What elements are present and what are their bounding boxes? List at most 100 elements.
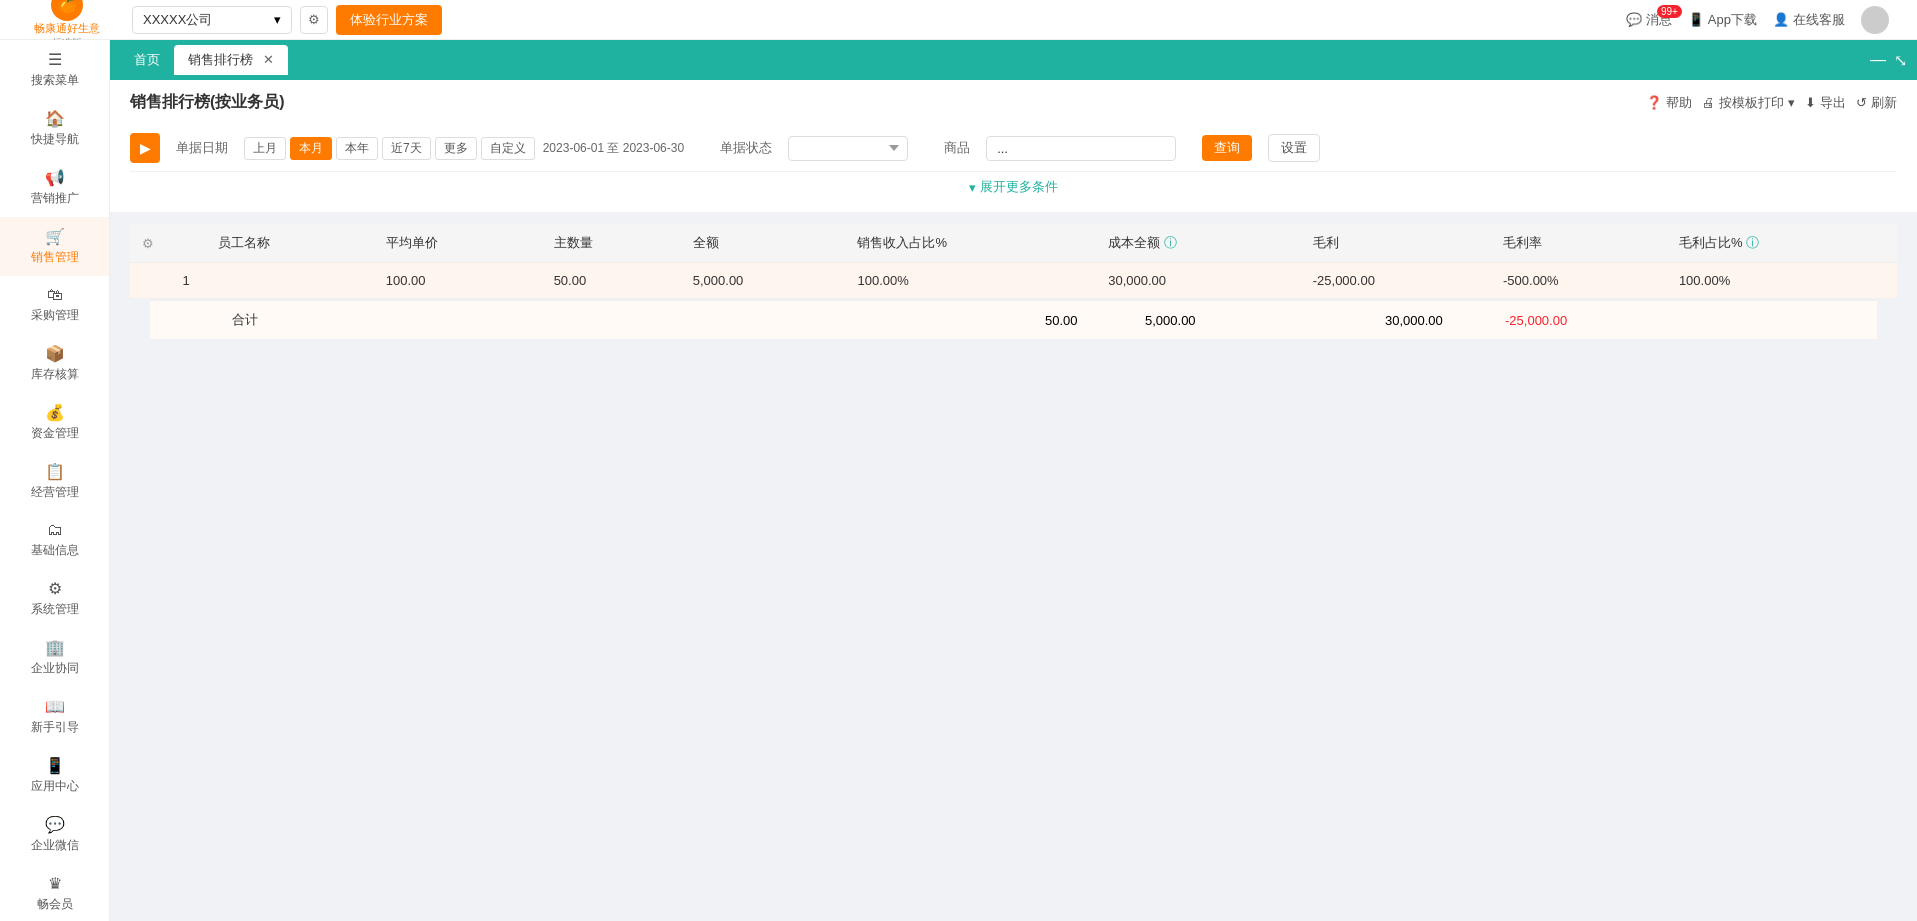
sidebar-label-system: 系统管理 [31,601,79,618]
sidebar-item-system[interactable]: ⚙ 系统管理 [0,569,109,628]
grosspct-info-icon[interactable]: ⓘ [1746,235,1759,250]
search-menu-icon: ☰ [48,50,62,69]
help-button[interactable]: ❓ 帮助 [1646,94,1692,112]
sidebar-item-marketing[interactable]: 📢 营销推广 [0,158,109,217]
sidebar-label-guide: 新手引导 [31,719,79,736]
avatar[interactable] [1861,6,1889,34]
col-header-gross: 毛利 [1301,224,1491,263]
sidebar-label-vip: 畅会员 [37,896,73,913]
vip-icon: ♛ [48,874,62,893]
top-bar: 🍊 畅康通好生意 标准版 XXXXX公司 ▾ ⚙ 体验行业方案 💬 消息 99+… [0,0,1917,40]
tab-right-actions: — ⤡ [1870,51,1907,70]
settings-button[interactable]: ⚙ [300,6,328,34]
sidebar-label-basic: 基础信息 [31,542,79,559]
expand-more-button[interactable]: ▾ 展开更多条件 [969,178,1058,196]
sidebar-item-guide[interactable]: 📖 新手引导 [0,687,109,746]
sidebar-item-vip[interactable]: ♛ 畅会员 [0,864,109,921]
operation-icon: 📋 [45,462,65,481]
sidebar-item-operation[interactable]: 📋 经营管理 [0,452,109,511]
cost-info-icon[interactable]: ⓘ [1164,235,1177,250]
col-header-quantity: 主数量 [542,224,681,263]
data-table: ⚙ 员工名称 平均单价 主数量 全额 销售收入占比% 成本全额 ⓘ 毛利 毛利率… [130,224,1897,299]
expand-more-row: ▾ 展开更多条件 [130,171,1897,202]
tab-close-icon[interactable]: ✕ [263,52,274,67]
col-header-gross-rate: 毛利率 [1491,224,1667,263]
content-area: 首页 销售排行榜 ✕ — ⤡ 销售排行榜(按业务员) ❓ 帮助 [110,40,1917,921]
sidebar-label-finance: 资金管理 [31,425,79,442]
tab-maximize-button[interactable]: ⤡ [1894,51,1907,70]
message-button[interactable]: 💬 消息 99+ [1626,11,1672,29]
sidebar-label-shortcut: 快捷导航 [31,131,79,148]
sidebar-item-wechat[interactable]: 💬 企业微信 [0,805,109,864]
table-wrapper: ⚙ 员工名称 平均单价 主数量 全额 销售收入占比% 成本全额 ⓘ 毛利 毛利率… [110,212,1917,921]
table-header-row: ⚙ 员工名称 平均单价 主数量 全额 销售收入占比% 成本全额 ⓘ 毛利 毛利率… [130,224,1897,263]
date-btn-custom[interactable]: 自定义 [481,137,535,160]
print-icon: 🖨 [1702,95,1715,110]
date-btn-last-month[interactable]: 上月 [244,137,286,160]
sidebar-label-sales: 销售管理 [31,249,79,266]
sidebar-item-enterprise[interactable]: 🏢 企业协同 [0,628,109,687]
home-icon: 🏠 [45,109,65,128]
service-icon: 👤 [1773,12,1789,27]
col-header-cost: 成本全额 ⓘ [1096,224,1301,263]
company-selector[interactable]: XXXXX公司 ▾ [132,6,292,34]
tab-home[interactable]: 首页 [120,45,174,75]
inventory-icon: 📦 [45,344,65,363]
online-service-button[interactable]: 👤 在线客服 [1773,11,1845,29]
table-footer: 合计 50.00 5,000.00 30,000.00 -25,000.00 [150,299,1877,339]
refresh-button[interactable]: ↺ 刷新 [1856,94,1897,112]
page-title-row: 销售排行榜(按业务员) ❓ 帮助 🖨 按模板打印 ▾ ⬇ [130,92,1897,113]
date-btn-7days[interactable]: 近7天 [382,137,431,160]
row-employee [206,263,374,299]
sales-icon: 🛒 [45,227,65,246]
date-btn-this-month[interactable]: 本月 [290,137,332,160]
date-btn-this-year[interactable]: 本年 [336,137,378,160]
page-content: 销售排行榜(按业务员) ❓ 帮助 🖨 按模板打印 ▾ ⬇ [110,80,1917,921]
tab-bar: 首页 销售排行榜 ✕ — ⤡ [110,40,1917,80]
table-body: 1 100.00 50.00 5,000.00 100.00% 30,000.0… [130,263,1897,299]
col-header-employee: 员工名称 [206,224,374,263]
sidebar-item-search[interactable]: ☰ 搜索菜单 [0,40,109,99]
query-button[interactable]: 查询 [1202,135,1252,161]
tab-minimize-button[interactable]: — [1870,51,1886,70]
date-btn-more[interactable]: 更多 [435,137,477,160]
goods-input[interactable] [986,136,1176,161]
chevron-down-icon: ▾ [274,12,281,27]
main-layout: ☰ 搜索菜单 🏠 快捷导航 📢 营销推广 🛒 销售管理 🛍 采购管理 📦 库存核… [0,40,1917,921]
refresh-icon: ↺ [1856,95,1867,110]
row-gross-pct: 100.00% [1667,263,1897,299]
sidebar-item-appstore[interactable]: 📱 应用中心 [0,746,109,805]
goods-filter-label: 商品 [944,139,970,157]
status-select[interactable] [788,136,908,161]
col-header-avg-price: 平均单价 [374,224,542,263]
row-avg-price: 100.00 [374,263,542,299]
row-quantity: 50.00 [542,263,681,299]
company-name: XXXXX公司 [143,11,268,29]
row-cost: 30,000.00 [1096,263,1301,299]
filter-expand-icon[interactable]: ▶ [130,133,160,163]
row-sales-pct: 100.00% [845,263,1096,299]
trial-button[interactable]: 体验行业方案 [336,5,442,35]
date-buttons: 上月 本月 本年 近7天 更多 自定义 2023-06-01 至 2023-06… [244,137,684,160]
row-rank: 1 [166,263,206,299]
sidebar-item-sales[interactable]: 🛒 销售管理 [0,217,109,276]
settings-button[interactable]: 设置 [1268,134,1320,162]
app-download-button[interactable]: 📱 App下载 [1688,11,1757,29]
sidebar-item-basic[interactable]: 🗂 基础信息 [0,511,109,569]
download-icon: 📱 [1688,12,1704,27]
sidebar-item-purchase[interactable]: 🛍 采购管理 [0,276,109,334]
header-actions: ❓ 帮助 🖨 按模板打印 ▾ ⬇ 导出 ↺ [1646,94,1897,112]
enterprise-icon: 🏢 [45,638,65,657]
sidebar-label-wechat: 企业微信 [31,837,79,854]
total-gross: -25,000.00 [1505,313,1625,328]
print-button[interactable]: 🖨 按模板打印 ▾ [1702,94,1795,112]
col-header-amount: 全额 [681,224,846,263]
guide-icon: 📖 [45,697,65,716]
sidebar-item-finance[interactable]: 💰 资金管理 [0,393,109,452]
sidebar-item-inventory[interactable]: 📦 库存核算 [0,334,109,393]
tab-sales-ranking[interactable]: 销售排行榜 ✕ [174,45,288,75]
tab-label: 销售排行榜 [188,52,253,67]
sidebar-item-shortcut[interactable]: 🏠 快捷导航 [0,99,109,158]
export-button[interactable]: ⬇ 导出 [1805,94,1846,112]
col-settings-icon[interactable]: ⚙ [142,236,154,251]
